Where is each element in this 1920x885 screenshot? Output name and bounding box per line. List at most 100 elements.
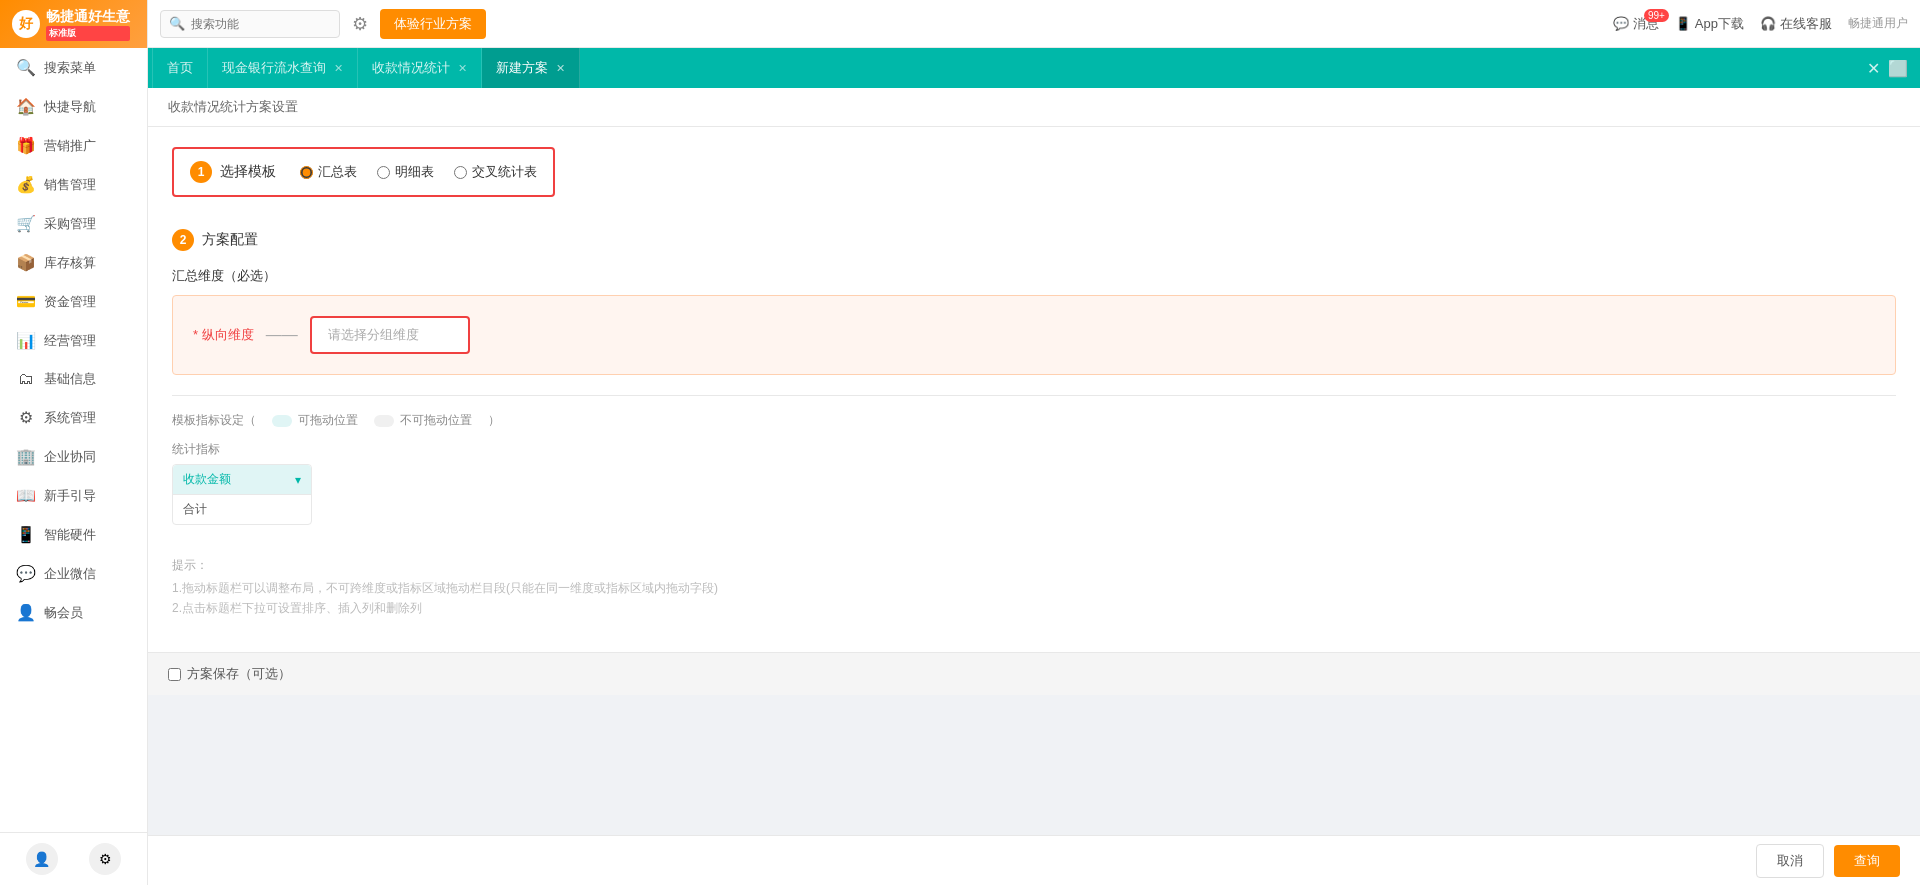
dim-select[interactable]: 请选择分组维度 [310, 316, 470, 354]
metrics-grid-header[interactable]: 收款金额 ▾ [173, 465, 311, 494]
download-btn[interactable]: 📱 App下载 [1675, 15, 1744, 33]
service-btn[interactable]: 🎧 在线客服 [1760, 15, 1832, 33]
sidebar-item-operations[interactable]: 📊 经营管理 [0, 321, 147, 360]
tab-collection-stats[interactable]: 收款情况统计 ✕ [358, 48, 482, 88]
service-icon: 🎧 [1760, 16, 1776, 31]
sidebar-item-purchase[interactable]: 🛒 采购管理 [0, 204, 147, 243]
template-summary[interactable]: 汇总表 [300, 163, 357, 181]
sidebar-item-label: 营销推广 [44, 137, 96, 155]
tab-collection-close[interactable]: ✕ [458, 62, 467, 75]
download-icon: 📱 [1675, 16, 1691, 31]
template-detail[interactable]: 明细表 [377, 163, 434, 181]
fixed-label: 不可拖动位置 [400, 412, 472, 429]
radio-detail[interactable] [377, 166, 390, 179]
message-icon: 💬 [1613, 16, 1629, 31]
sidebar-item-hardware[interactable]: 📱 智能硬件 [0, 515, 147, 554]
summary-dim-label: 汇总维度（必选） [172, 267, 1896, 285]
tab-cashflow[interactable]: 现金银行流水查询 ✕ [208, 48, 358, 88]
logo-icon: 好 [12, 10, 40, 38]
topbar-right: 💬 消息 99+ 📱 App下载 🎧 在线客服 畅捷通用户 [1613, 15, 1908, 33]
tab-new-plan[interactable]: 新建方案 ✕ [482, 48, 580, 88]
search-input[interactable] [191, 17, 311, 31]
page-header-title: 收款情况统计方案设置 [168, 99, 298, 114]
tab-new-plan-close[interactable]: ✕ [556, 62, 565, 75]
metrics-table-area: 统计指标 收款金额 ▾ 合计 [172, 441, 1896, 525]
gift-icon: 🎁 [16, 136, 36, 155]
tab-home[interactable]: 首页 [152, 48, 208, 88]
tab-maximize-icon[interactable]: ⬜ [1888, 59, 1908, 78]
config-section: 2 方案配置 汇总维度（必选） * 纵向维度 —— 请选择分组维度 [172, 229, 1896, 632]
legend-draggable: 可拖动位置 [272, 412, 358, 429]
sidebar-item-quick-nav[interactable]: 🏠 快捷导航 [0, 87, 147, 126]
card-icon: 💳 [16, 292, 36, 311]
template-cross-label: 交叉统计表 [472, 163, 537, 181]
main-content: 🔍 ⚙ 体验行业方案 💬 消息 99+ 📱 App下载 🎧 在线客服 畅捷通用户 [148, 0, 1920, 885]
vertical-dim-label: * 纵向维度 [193, 326, 254, 344]
bottom-bar: 取消 查询 [148, 835, 1920, 885]
radio-cross[interactable] [454, 166, 467, 179]
gear-icon: ⚙ [16, 408, 36, 427]
tips-title: 提示： [172, 557, 1896, 574]
sidebar-item-label: 智能硬件 [44, 526, 96, 544]
tab-close-all-icon[interactable]: ✕ [1867, 59, 1880, 78]
drag-legend: 模板指标设定（ 可拖动位置 不可拖动位置 ） [172, 412, 1896, 429]
money-icon: 💰 [16, 175, 36, 194]
sidebar-item-guide[interactable]: 📖 新手引导 [0, 476, 147, 515]
page-container: 收款情况统计方案设置 1 选择模板 汇总 [148, 88, 1920, 785]
sidebar-nav: 🔍 搜索菜单 🏠 快捷导航 🎁 营销推广 💰 销售管理 🛒 采购管理 📦 库存核… [0, 48, 147, 832]
save-plan-checkbox[interactable] [168, 668, 181, 681]
tabbar: 首页 现金银行流水查询 ✕ 收款情况统计 ✕ 新建方案 ✕ ✕ ⬜ [148, 48, 1920, 88]
sidebar-item-label: 库存核算 [44, 254, 96, 272]
footer-checkbox-row: 方案保存（可选） [168, 665, 291, 683]
sidebar-item-label: 新手引导 [44, 487, 96, 505]
close-paren: ） [488, 412, 500, 429]
sidebar-item-label: 经营管理 [44, 332, 96, 350]
sidebar-item-member[interactable]: 👤 畅会员 [0, 593, 147, 632]
sidebar-item-enterprise[interactable]: 🏢 企业协同 [0, 437, 147, 476]
template-summary-label: 汇总表 [318, 163, 357, 181]
sidebar-item-label: 系统管理 [44, 409, 96, 427]
metric-row-label: 合计 [183, 502, 207, 516]
sidebar-item-system[interactable]: ⚙ 系统管理 [0, 398, 147, 437]
query-button[interactable]: 查询 [1834, 845, 1900, 877]
footer-icon-2[interactable]: ⚙ [89, 843, 121, 875]
legend-fixed: 不可拖动位置 [374, 412, 472, 429]
sidebar-footer: 👤 ⚙ [0, 832, 147, 885]
cancel-button[interactable]: 取消 [1756, 844, 1824, 878]
sidebar-item-search-menu[interactable]: 🔍 搜索菜单 [0, 48, 147, 87]
metrics-grid-row: 合计 [173, 494, 311, 524]
sidebar-item-label: 畅会员 [44, 604, 83, 622]
dim-placeholder: 请选择分组维度 [328, 327, 419, 342]
sidebar-item-basic-info[interactable]: 🗂 基础信息 [0, 360, 147, 398]
sidebar-item-label: 企业微信 [44, 565, 96, 583]
sidebar-item-label: 资金管理 [44, 293, 96, 311]
search-box[interactable]: 🔍 [160, 10, 340, 38]
radio-summary[interactable] [300, 166, 313, 179]
sidebar-item-inventory[interactable]: 📦 库存核算 [0, 243, 147, 282]
footer-icon-1[interactable]: 👤 [26, 843, 58, 875]
sidebar-item-wechat[interactable]: 💬 企业微信 [0, 554, 147, 593]
tab-cashflow-label: 现金银行流水查询 [222, 59, 326, 77]
template-cross[interactable]: 交叉统计表 [454, 163, 537, 181]
metrics-settings-label: 模板指标设定（ [172, 412, 256, 429]
sidebar-item-sales[interactable]: 💰 销售管理 [0, 165, 147, 204]
folder-icon: 🗂 [16, 370, 36, 388]
tab-new-plan-label: 新建方案 [496, 59, 548, 77]
metric-dropdown-icon[interactable]: ▾ [295, 473, 301, 487]
cart-icon: 🛒 [16, 214, 36, 233]
sidebar-item-marketing[interactable]: 🎁 营销推广 [0, 126, 147, 165]
fixed-dot [374, 415, 394, 427]
search-icon: 🔍 [169, 16, 185, 31]
user-icon: 👤 [16, 603, 36, 622]
message-btn[interactable]: 💬 消息 99+ [1613, 15, 1659, 33]
industry-btn[interactable]: 体验行业方案 [380, 9, 486, 39]
sidebar: 好 畅捷通好生意 标准版 🔍 搜索菜单 🏠 快捷导航 🎁 营销推广 💰 销售管理… [0, 0, 148, 885]
sidebar-item-finance[interactable]: 💳 资金管理 [0, 282, 147, 321]
settings-icon[interactable]: ⚙ [352, 13, 368, 35]
chat-icon: 💬 [16, 564, 36, 583]
tab-cashflow-close[interactable]: ✕ [334, 62, 343, 75]
metric-tag-label: 收款金额 [183, 471, 231, 488]
app-name: 畅捷通好生意 [46, 8, 130, 26]
step2-row: 2 方案配置 [172, 229, 1896, 251]
sidebar-item-label: 销售管理 [44, 176, 96, 194]
